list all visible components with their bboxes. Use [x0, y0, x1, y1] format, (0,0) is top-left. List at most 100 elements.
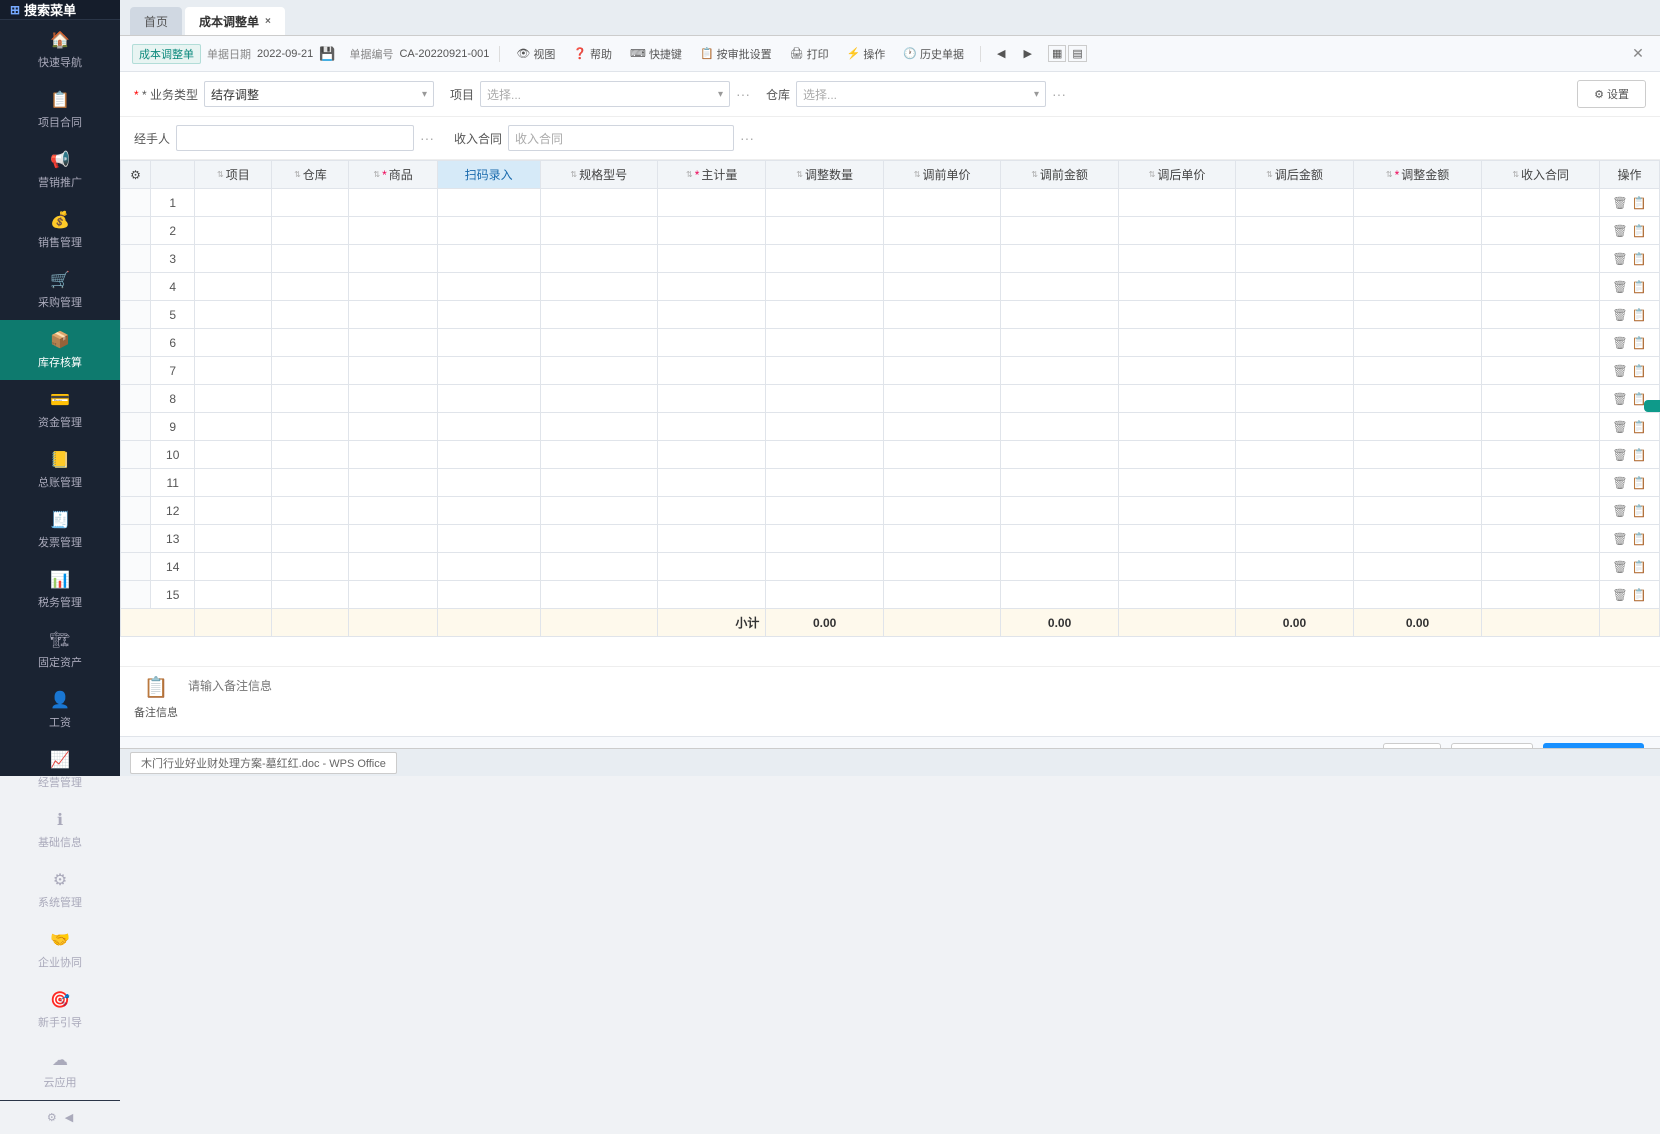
row-goods-cell[interactable] [349, 385, 437, 413]
row-delete-btn[interactable]: 🗑 [1612, 224, 1627, 238]
row-pre-amount-cell[interactable] [1001, 245, 1118, 273]
row-copy-btn[interactable]: 📋 [1632, 196, 1647, 210]
row-goods-cell[interactable] [349, 217, 437, 245]
row-post-amount-cell[interactable] [1236, 441, 1353, 469]
row-pre-unit-price-cell[interactable] [883, 357, 1000, 385]
row-income-contract-cell[interactable] [1482, 357, 1600, 385]
row-scan-cell[interactable] [437, 553, 540, 581]
nav-next-btn[interactable]: ▶ [1017, 45, 1037, 62]
row-copy-btn[interactable]: 📋 [1632, 224, 1647, 238]
row-post-unit-price-cell[interactable] [1118, 441, 1235, 469]
row-adjust-qty-cell[interactable] [766, 189, 883, 217]
row-goods-cell[interactable] [349, 581, 437, 609]
row-unit-cell[interactable] [657, 413, 765, 441]
handler-more-btn[interactable]: ··· [420, 130, 434, 146]
row-copy-btn[interactable]: 📋 [1632, 588, 1647, 602]
row-delete-btn[interactable]: 🗑 [1612, 504, 1627, 518]
row-project-cell[interactable] [195, 301, 272, 329]
th-pre-unit-price[interactable]: ⇅ 调前单价 [883, 161, 1000, 189]
row-adjust-qty-cell[interactable] [766, 441, 883, 469]
row-unit-cell[interactable] [657, 301, 765, 329]
row-unit-cell[interactable] [657, 217, 765, 245]
row-pre-unit-price-cell[interactable] [883, 329, 1000, 357]
th-income-contract[interactable]: ⇅ 收入合同 [1482, 161, 1600, 189]
row-project-cell[interactable] [195, 497, 272, 525]
row-copy-btn[interactable]: 📋 [1632, 420, 1647, 434]
row-warehouse-cell[interactable] [272, 357, 349, 385]
help-btn[interactable]: ❓ 帮助 [567, 44, 618, 64]
sidebar-item-invoice-mgmt[interactable]: 🧾 发票管理 [0, 500, 120, 560]
row-project-cell[interactable] [195, 217, 272, 245]
row-post-unit-price-cell[interactable] [1118, 413, 1235, 441]
row-adjust-amount-cell[interactable] [1353, 525, 1482, 553]
row-pre-amount-cell[interactable] [1001, 357, 1118, 385]
row-warehouse-cell[interactable] [272, 469, 349, 497]
row-action-cell[interactable]: 🗑 📋 [1600, 525, 1660, 553]
row-unit-cell[interactable] [657, 553, 765, 581]
history-btn[interactable]: 🕐 历史单据 [897, 44, 970, 64]
row-warehouse-cell[interactable] [272, 497, 349, 525]
row-goods-cell[interactable] [349, 525, 437, 553]
row-warehouse-cell[interactable] [272, 441, 349, 469]
th-post-unit-price[interactable]: ⇅ 调后单价 [1118, 161, 1235, 189]
row-spec-cell[interactable] [540, 581, 657, 609]
row-spec-cell[interactable] [540, 385, 657, 413]
row-post-unit-price-cell[interactable] [1118, 301, 1235, 329]
table-row[interactable]: 10 🗑 📋 [121, 441, 1660, 469]
row-delete-btn[interactable]: 🗑 [1612, 308, 1627, 322]
view-btn[interactable]: 👁 视图 [510, 44, 561, 64]
row-project-cell[interactable] [195, 441, 272, 469]
row-delete-btn[interactable]: 🗑 [1612, 476, 1627, 490]
row-action-cell[interactable]: 🗑 📋 [1600, 245, 1660, 273]
table-row[interactable]: 6 🗑 📋 [121, 329, 1660, 357]
sidebar-settings[interactable]: ⚙ ◀ [0, 1101, 120, 1134]
taskbar-item[interactable]: 木门行业好业财处理方案-墓红红.doc - WPS Office [130, 752, 397, 774]
row-post-unit-price-cell[interactable] [1118, 385, 1235, 413]
row-goods-cell[interactable] [349, 469, 437, 497]
layout-list-btn[interactable]: ▤ [1068, 45, 1086, 62]
row-post-amount-cell[interactable] [1236, 357, 1353, 385]
row-pre-unit-price-cell[interactable] [883, 553, 1000, 581]
row-income-contract-cell[interactable] [1482, 245, 1600, 273]
row-adjust-amount-cell[interactable] [1353, 357, 1482, 385]
row-scan-cell[interactable] [437, 329, 540, 357]
row-warehouse-cell[interactable] [272, 581, 349, 609]
row-adjust-qty-cell[interactable] [766, 385, 883, 413]
row-action-cell[interactable]: 🗑 📋 [1600, 441, 1660, 469]
notes-input[interactable] [188, 675, 1646, 705]
row-pre-amount-cell[interactable] [1001, 441, 1118, 469]
row-copy-btn[interactable]: 📋 [1632, 308, 1647, 322]
row-pre-amount-cell[interactable] [1001, 581, 1118, 609]
row-warehouse-cell[interactable] [272, 189, 349, 217]
row-action-cell[interactable]: 🗑 📋 [1600, 497, 1660, 525]
row-warehouse-cell[interactable] [272, 385, 349, 413]
row-spec-cell[interactable] [540, 301, 657, 329]
table-row[interactable]: 3 🗑 📋 [121, 245, 1660, 273]
row-spec-cell[interactable] [540, 273, 657, 301]
row-action-cell[interactable]: 🗑 📋 [1600, 189, 1660, 217]
sidebar-item-inventory-calc[interactable]: 📦 库存核算 [0, 320, 120, 380]
row-scan-cell[interactable] [437, 189, 540, 217]
row-warehouse-cell[interactable] [272, 553, 349, 581]
row-warehouse-cell[interactable] [272, 217, 349, 245]
row-unit-cell[interactable] [657, 441, 765, 469]
row-adjust-amount-cell[interactable] [1353, 217, 1482, 245]
row-adjust-qty-cell[interactable] [766, 301, 883, 329]
row-pre-amount-cell[interactable] [1001, 217, 1118, 245]
warehouse-select[interactable]: 选择... ▾ [796, 81, 1046, 107]
row-action-cell[interactable]: 🗑 📋 [1600, 301, 1660, 329]
row-pre-amount-cell[interactable] [1001, 189, 1118, 217]
layout-grid-btn[interactable]: ▦ [1048, 45, 1066, 62]
row-unit-cell[interactable] [657, 525, 765, 553]
row-delete-btn[interactable]: 🗑 [1612, 280, 1627, 294]
row-post-amount-cell[interactable] [1236, 497, 1353, 525]
table-row[interactable]: 5 🗑 📋 [121, 301, 1660, 329]
nav-prev-btn[interactable]: ◀ [991, 45, 1011, 62]
row-adjust-qty-cell[interactable] [766, 329, 883, 357]
row-post-unit-price-cell[interactable] [1118, 553, 1235, 581]
row-pre-amount-cell[interactable] [1001, 329, 1118, 357]
sidebar-item-purchase-mgmt[interactable]: 🛒 采购管理 [0, 260, 120, 320]
row-action-cell[interactable]: 🗑 📋 [1600, 329, 1660, 357]
business-type-select[interactable]: 结存调整 ▾ [204, 81, 434, 107]
row-income-contract-cell[interactable] [1482, 413, 1600, 441]
